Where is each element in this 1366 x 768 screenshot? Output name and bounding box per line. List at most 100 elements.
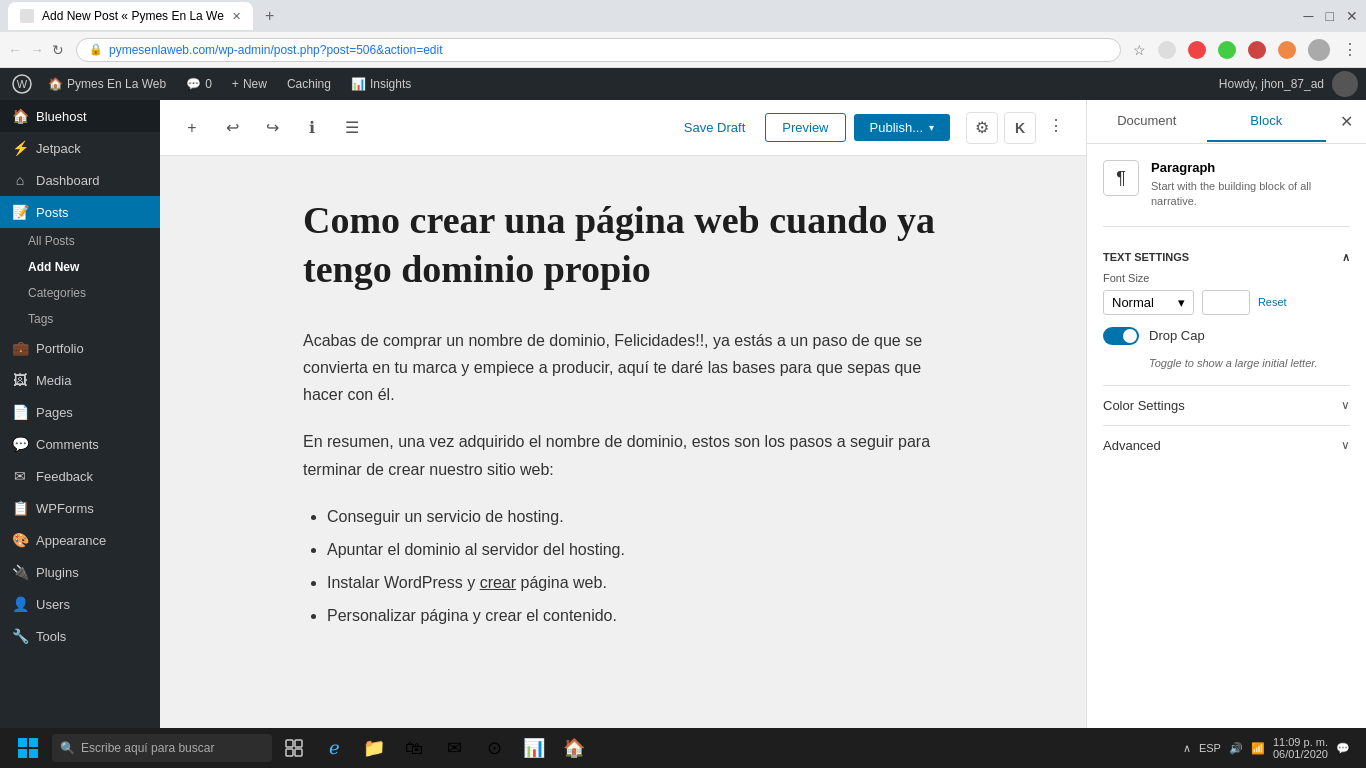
taskbar-file-explorer[interactable]: 📁 [356, 730, 392, 766]
wp-logo-icon[interactable]: W [8, 70, 36, 98]
browser-menu-icon[interactable]: ⋮ [1342, 40, 1358, 59]
wpforms-icon: 📋 [12, 500, 28, 516]
panel-header: Document Block ✕ [1087, 100, 1366, 144]
sidebar-item-wpforms[interactable]: 📋 WPForms [0, 492, 160, 524]
tab-document[interactable]: Document [1087, 101, 1207, 142]
sidebar-item-pages[interactable]: 📄 Pages [0, 396, 160, 428]
publish-button[interactable]: Publish... ▾ [854, 114, 950, 141]
taskbar-task-view[interactable] [276, 730, 312, 766]
panel-close-button[interactable]: ✕ [1326, 100, 1366, 144]
text-settings-title[interactable]: Text Settings ∧ [1103, 243, 1350, 272]
settings-button[interactable]: ⚙ [966, 112, 998, 144]
redo-button[interactable]: ↪ [256, 112, 288, 144]
language-indicator[interactable]: ESP [1199, 742, 1221, 754]
sidebar-item-tools[interactable]: 🔧 Tools [0, 620, 160, 652]
volume-icon[interactable]: 🔊 [1229, 742, 1243, 755]
tab-block[interactable]: Block [1207, 101, 1327, 142]
color-settings-chevron-icon: ∨ [1341, 398, 1350, 412]
color-settings-header[interactable]: Color Settings ∨ [1103, 398, 1350, 413]
extension-icon-2[interactable] [1188, 41, 1206, 59]
sidebar-sub-item-add-new[interactable]: Add New [0, 254, 160, 280]
admin-bar-site[interactable]: 🏠 Pymes En La Web [40, 73, 174, 95]
taskbar-search[interactable]: 🔍 Escribe aquí para buscar [52, 734, 272, 762]
more-options-button[interactable]: ⋮ [1042, 112, 1070, 140]
list-view-icon: ☰ [345, 118, 359, 137]
editor-content-wrapper[interactable]: Como crear una página web cuando ya teng… [160, 156, 1086, 768]
sidebar-sub-item-all-posts[interactable]: All Posts [0, 228, 160, 254]
sidebar-item-bluehost[interactable]: 🏠 Bluehost [0, 100, 160, 132]
add-block-icon: + [187, 119, 196, 137]
admin-bar-comments[interactable]: 💬 0 [178, 73, 220, 95]
sidebar-item-dashboard[interactable]: ⌂ Dashboard [0, 164, 160, 196]
sidebar-item-jetpack[interactable]: ⚡ Jetpack [0, 132, 160, 164]
undo-button[interactable]: ↩ [216, 112, 248, 144]
drop-cap-hint: Toggle to show a large initial letter. [1149, 357, 1350, 369]
sidebar-item-feedback[interactable]: ✉ Feedback [0, 460, 160, 492]
sidebar-item-comments[interactable]: 💬 Comments [0, 428, 160, 460]
maximize-button[interactable]: □ [1326, 8, 1334, 24]
font-size-select[interactable]: Normal ▾ [1103, 290, 1194, 315]
taskbar-other[interactable]: 🏠 [556, 730, 592, 766]
post-body[interactable]: Acabas de comprar un nombre de dominio, … [303, 327, 943, 630]
notification-icon[interactable]: 💬 [1336, 742, 1350, 755]
comments-count: 0 [205, 77, 212, 91]
tray-icon-1[interactable]: ∧ [1183, 742, 1191, 755]
taskbar-chrome[interactable]: ⊙ [476, 730, 512, 766]
extension-icon-3[interactable] [1218, 41, 1236, 59]
browser-tab[interactable]: Add New Post « Pymes En La We ✕ [8, 2, 253, 30]
taskbar-excel[interactable]: 📊 [516, 730, 552, 766]
network-icon[interactable]: 📶 [1251, 742, 1265, 755]
taskbar-store[interactable]: 🛍 [396, 730, 432, 766]
post-title[interactable]: Como crear una página web cuando ya teng… [303, 196, 943, 295]
taskbar-mail[interactable]: ✉ [436, 730, 472, 766]
start-button[interactable] [8, 728, 48, 768]
sidebar-item-plugins[interactable]: 🔌 Plugins [0, 556, 160, 588]
new-tab-button[interactable]: + [265, 7, 274, 25]
close-button[interactable]: ✕ [1346, 8, 1358, 24]
advanced-header[interactable]: Advanced ∨ [1103, 438, 1350, 453]
back-button[interactable]: ← [8, 42, 22, 58]
block-desc: Start with the building block of all nar… [1151, 179, 1350, 210]
sidebar-item-media[interactable]: 🖼 Media [0, 364, 160, 396]
admin-avatar[interactable] [1332, 71, 1358, 97]
crear-link[interactable]: crear [480, 574, 516, 591]
address-bar[interactable]: 🔒 pymesenlaweb.com/wp-admin/post.php?pos… [76, 38, 1121, 62]
forward-button[interactable]: → [30, 42, 44, 58]
minimize-button[interactable]: ─ [1304, 8, 1314, 24]
sidebar-sub-item-tags[interactable]: Tags [0, 306, 160, 332]
add-block-button[interactable]: + [176, 112, 208, 144]
admin-bar-caching[interactable]: Caching [279, 73, 339, 95]
drop-cap-toggle[interactable] [1103, 327, 1139, 345]
info-icon: ℹ [309, 118, 315, 137]
save-draft-button[interactable]: Save Draft [672, 114, 757, 141]
svg-rect-9 [295, 749, 302, 756]
browser-title-bar: Add New Post « Pymes En La We ✕ + ─ □ ✕ [0, 0, 1366, 32]
reload-button[interactable]: ↻ [52, 42, 64, 58]
taskbar-clock[interactable]: 11:09 p. m. 06/01/2020 [1273, 736, 1328, 760]
list-view-button[interactable]: ☰ [336, 112, 368, 144]
svg-rect-6 [286, 740, 293, 747]
browser-tab-close-icon[interactable]: ✕ [232, 10, 241, 23]
info-button[interactable]: ℹ [296, 112, 328, 144]
admin-bar-insights[interactable]: 📊 Insights [343, 73, 419, 95]
appearance-icon: 🎨 [12, 532, 28, 548]
sidebar-sub-item-categories[interactable]: Categories [0, 280, 160, 306]
sidebar-item-portfolio[interactable]: 💼 Portfolio [0, 332, 160, 364]
taskbar-edge-browser[interactable]: ℯ [316, 730, 352, 766]
publish-label: Publish... [870, 120, 923, 135]
editor-area: + ↩ ↪ ℹ ☰ Save Draft Preview Publish... … [160, 100, 1086, 768]
user-avatar-icon[interactable] [1308, 39, 1330, 61]
sidebar-item-appearance[interactable]: 🎨 Appearance [0, 524, 160, 556]
extension-icon-4[interactable] [1248, 41, 1266, 59]
admin-bar-new[interactable]: + New [224, 73, 275, 95]
preview-button[interactable]: Preview [765, 113, 845, 142]
sidebar-item-users[interactable]: 👤 Users [0, 588, 160, 620]
sidebar-item-posts[interactable]: 📝 Posts [0, 196, 160, 228]
bookmark-icon[interactable]: ☆ [1133, 42, 1146, 58]
font-size-input[interactable] [1202, 290, 1250, 315]
reset-button[interactable]: Reset [1258, 296, 1287, 308]
svg-rect-7 [295, 740, 302, 747]
extension-icon-1[interactable] [1158, 41, 1176, 59]
toolbar-k-button[interactable]: K [1004, 112, 1036, 144]
extension-icon-5[interactable] [1278, 41, 1296, 59]
